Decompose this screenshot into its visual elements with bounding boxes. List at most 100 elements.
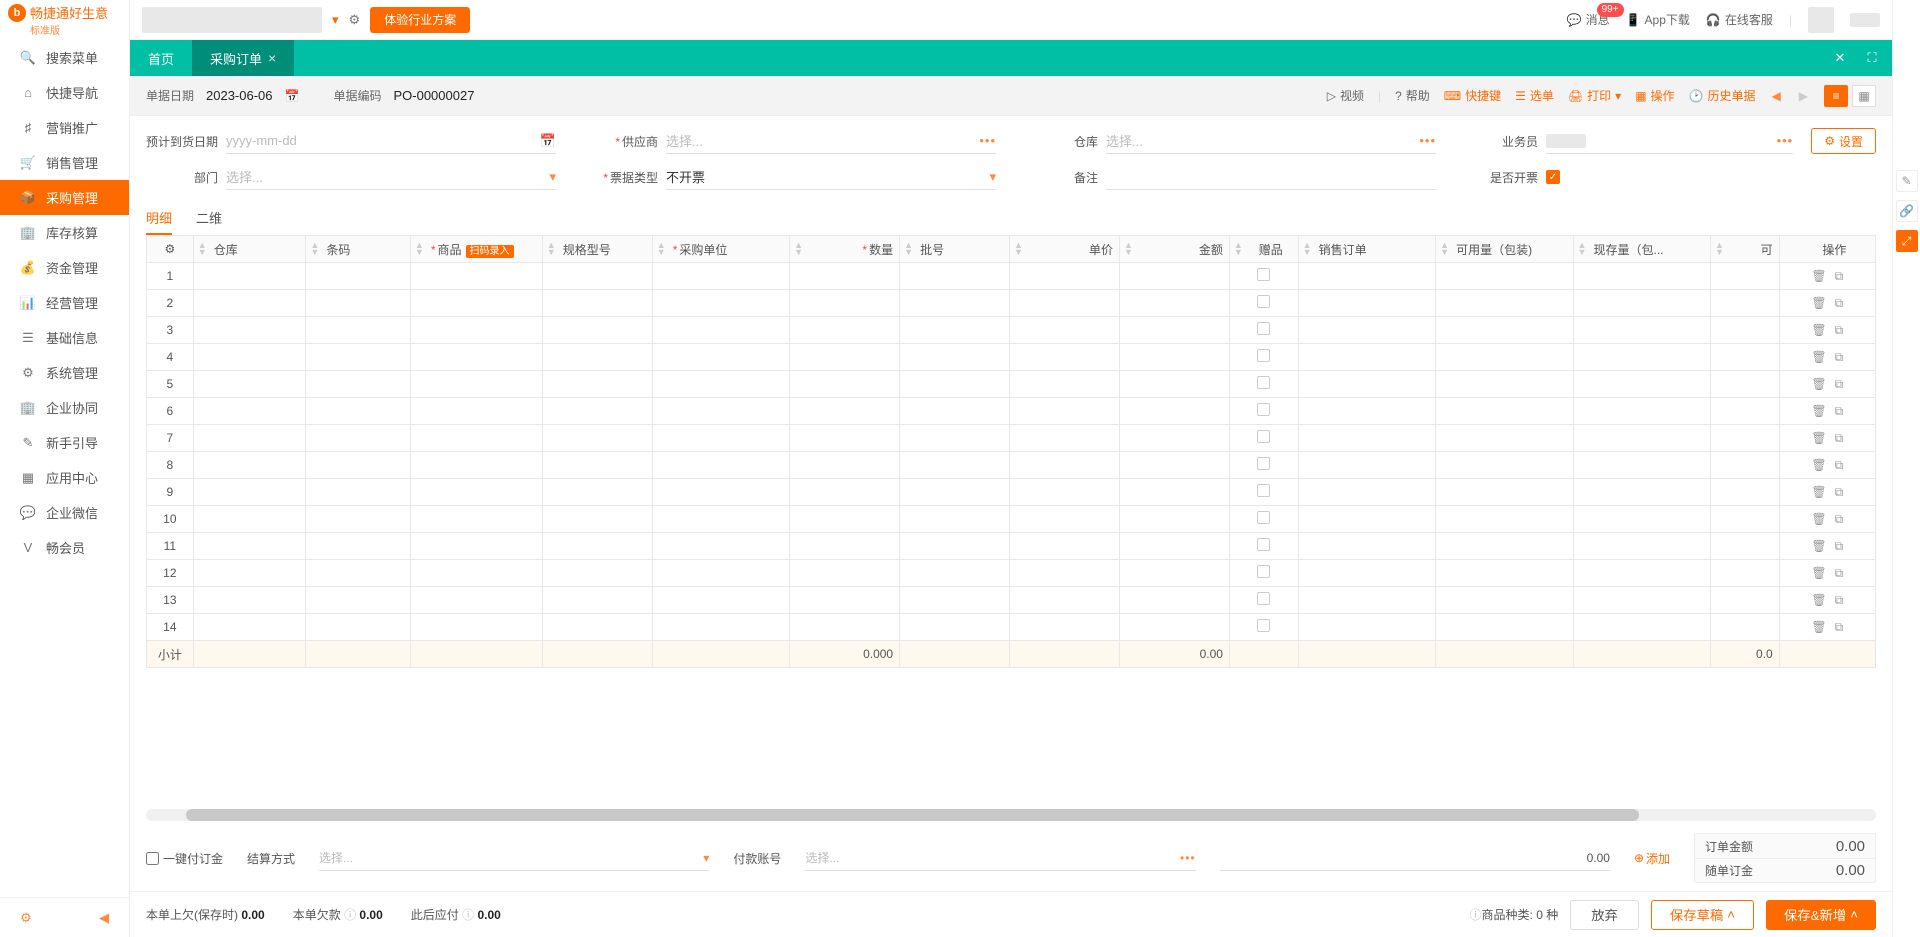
subtab-1[interactable]: 二维 [196,202,222,235]
table-row[interactable]: 13🗑⧉ [147,587,1876,614]
col-5[interactable]: ▲▼*采购单位 [652,236,789,263]
nav-item-1[interactable]: ⌂快捷导航 [0,75,129,110]
shortcut-link[interactable]: ⌨快捷键 [1444,87,1501,104]
col-4[interactable]: ▲▼规格型号 [542,236,652,263]
doc-date-value[interactable]: 2023-06-06 [206,88,273,103]
app-download-link[interactable]: 📱App下载 [1626,11,1690,28]
sort-icon[interactable]: ▲▼ [904,242,913,256]
fullscreen-icon[interactable]: ⛶ [1858,44,1886,72]
col-3[interactable]: ▲▼*商品扫码录入 [410,236,542,263]
gift-checkbox[interactable] [1257,484,1270,497]
nav-item-13[interactable]: 💬企业微信 [0,495,129,530]
rail-expand-icon[interactable]: ⤢ [1896,230,1918,252]
col-6[interactable]: ▲▼*数量 [790,236,900,263]
operate-link[interactable]: ▦操作 [1635,87,1674,104]
add-payment-button[interactable]: ⊕添加 [1634,850,1670,867]
col-9[interactable]: ▲▼金额 [1119,236,1229,263]
trial-button[interactable]: 体验行业方案 [370,7,470,33]
tab-1[interactable]: 采购订单× [192,40,294,76]
col-1[interactable]: ▲▼仓库 [193,236,306,263]
delete-row-icon[interactable]: 🗑 [1807,296,1830,310]
nav-item-12[interactable]: ▦应用中心 [0,460,129,495]
gear-icon[interactable]: ⚙ [164,242,175,256]
calendar-icon[interactable]: 📅 [540,133,556,149]
gift-checkbox[interactable] [1257,349,1270,362]
settings-icon[interactable]: ⚙ [20,910,32,926]
table-row[interactable]: 9🗑⧉ [147,479,1876,506]
gift-checkbox[interactable] [1257,457,1270,470]
nav-item-7[interactable]: 📊经营管理 [0,285,129,320]
info-icon[interactable]: ⓘ [1470,908,1482,922]
copy-row-icon[interactable]: ⧉ [1831,296,1848,310]
nav-item-14[interactable]: V畅会员 [0,530,129,565]
close-tab-icon[interactable]: ✕ [1826,44,1854,72]
delete-row-icon[interactable]: 🗑 [1807,377,1830,391]
gift-checkbox[interactable] [1257,511,1270,524]
sort-icon[interactable]: ▲▼ [310,242,319,256]
sort-icon[interactable]: ▲▼ [198,242,207,256]
col-11[interactable]: ▲▼销售订单 [1298,236,1435,263]
sort-icon[interactable]: ▲▼ [547,242,556,256]
more-icon[interactable]: ••• [1419,133,1436,148]
copy-row-icon[interactable]: ⧉ [1831,485,1848,499]
next-doc-icon[interactable]: ▶ [1797,89,1810,103]
gift-checkbox[interactable] [1257,322,1270,335]
copy-row-icon[interactable]: ⧉ [1831,620,1848,634]
more-icon[interactable]: ••• [1777,133,1794,148]
print-link[interactable]: 🖨打印▾ [1568,87,1621,104]
delete-row-icon[interactable]: 🗑 [1807,593,1830,607]
company-selector[interactable] [142,7,322,33]
delete-row-icon[interactable]: 🗑 [1807,539,1830,553]
more-icon[interactable]: ••• [979,133,996,148]
sort-icon[interactable]: ▲▼ [415,242,424,256]
dept-select[interactable]: 选择...▾ [226,164,556,190]
copy-row-icon[interactable]: ⧉ [1831,566,1848,580]
sort-icon[interactable]: ▲▼ [794,242,803,256]
avatar[interactable] [1808,7,1834,33]
nav-item-9[interactable]: ⚙系统管理 [0,355,129,390]
gift-checkbox[interactable] [1257,592,1270,605]
delete-row-icon[interactable]: 🗑 [1807,566,1830,580]
select-link[interactable]: ☰选单 [1515,87,1554,104]
history-link[interactable]: 🕑历史单据 [1689,87,1756,104]
table-row[interactable]: 4🗑⧉ [147,344,1876,371]
col-12[interactable]: ▲▼可用量（包装) [1436,236,1573,263]
rail-attach-icon[interactable]: 🔗 [1896,200,1918,222]
sort-icon[interactable]: ▲▼ [1303,242,1312,256]
invoice-type-select[interactable]: 不开票▾ [666,164,996,190]
copy-row-icon[interactable]: ⧉ [1831,350,1848,364]
close-icon[interactable]: × [268,50,276,66]
table-row[interactable]: 12🗑⧉ [147,560,1876,587]
settle-select[interactable]: 选择...▾ [319,845,709,871]
sort-icon[interactable]: ▲▼ [1234,242,1243,256]
gift-checkbox[interactable] [1257,430,1270,443]
messages-link[interactable]: 💬消息99+ [1567,11,1610,28]
table-row[interactable]: 7🗑⧉ [147,425,1876,452]
prev-doc-icon[interactable]: ◀ [1770,89,1783,103]
gift-checkbox[interactable] [1257,376,1270,389]
rail-note-icon[interactable]: ✎ [1896,170,1918,192]
delete-row-icon[interactable]: 🗑 [1807,512,1830,526]
help-link[interactable]: ?帮助 [1395,87,1430,104]
sort-icon[interactable]: ▲▼ [1124,242,1133,256]
copy-row-icon[interactable]: ⧉ [1831,323,1848,337]
salesman-select[interactable]: ••• [1546,128,1793,154]
nav-item-10[interactable]: 🏢企业协同 [0,390,129,425]
gift-checkbox[interactable] [1257,268,1270,281]
discard-button[interactable]: 放弃 [1570,900,1639,930]
copy-row-icon[interactable]: ⧉ [1831,431,1848,445]
nav-item-8[interactable]: ☰基础信息 [0,320,129,355]
customer-service-link[interactable]: 🎧在线客服 [1706,11,1773,28]
gift-checkbox[interactable] [1257,565,1270,578]
table-row[interactable]: 3🗑⧉ [147,317,1876,344]
gear-icon[interactable]: ⚙ [349,12,361,28]
sort-icon[interactable]: ▲▼ [1578,242,1587,256]
table-row[interactable]: 5🗑⧉ [147,371,1876,398]
sort-icon[interactable]: ▲▼ [1440,242,1449,256]
nav-item-11[interactable]: ✎新手引导 [0,425,129,460]
sort-icon[interactable]: ▲▼ [1715,242,1724,256]
need-invoice-checkbox[interactable]: ✓ [1546,170,1560,184]
col-10[interactable]: ▲▼赠品 [1229,236,1298,263]
delete-row-icon[interactable]: 🗑 [1807,269,1830,283]
info-icon[interactable]: ⓘ [344,908,356,922]
